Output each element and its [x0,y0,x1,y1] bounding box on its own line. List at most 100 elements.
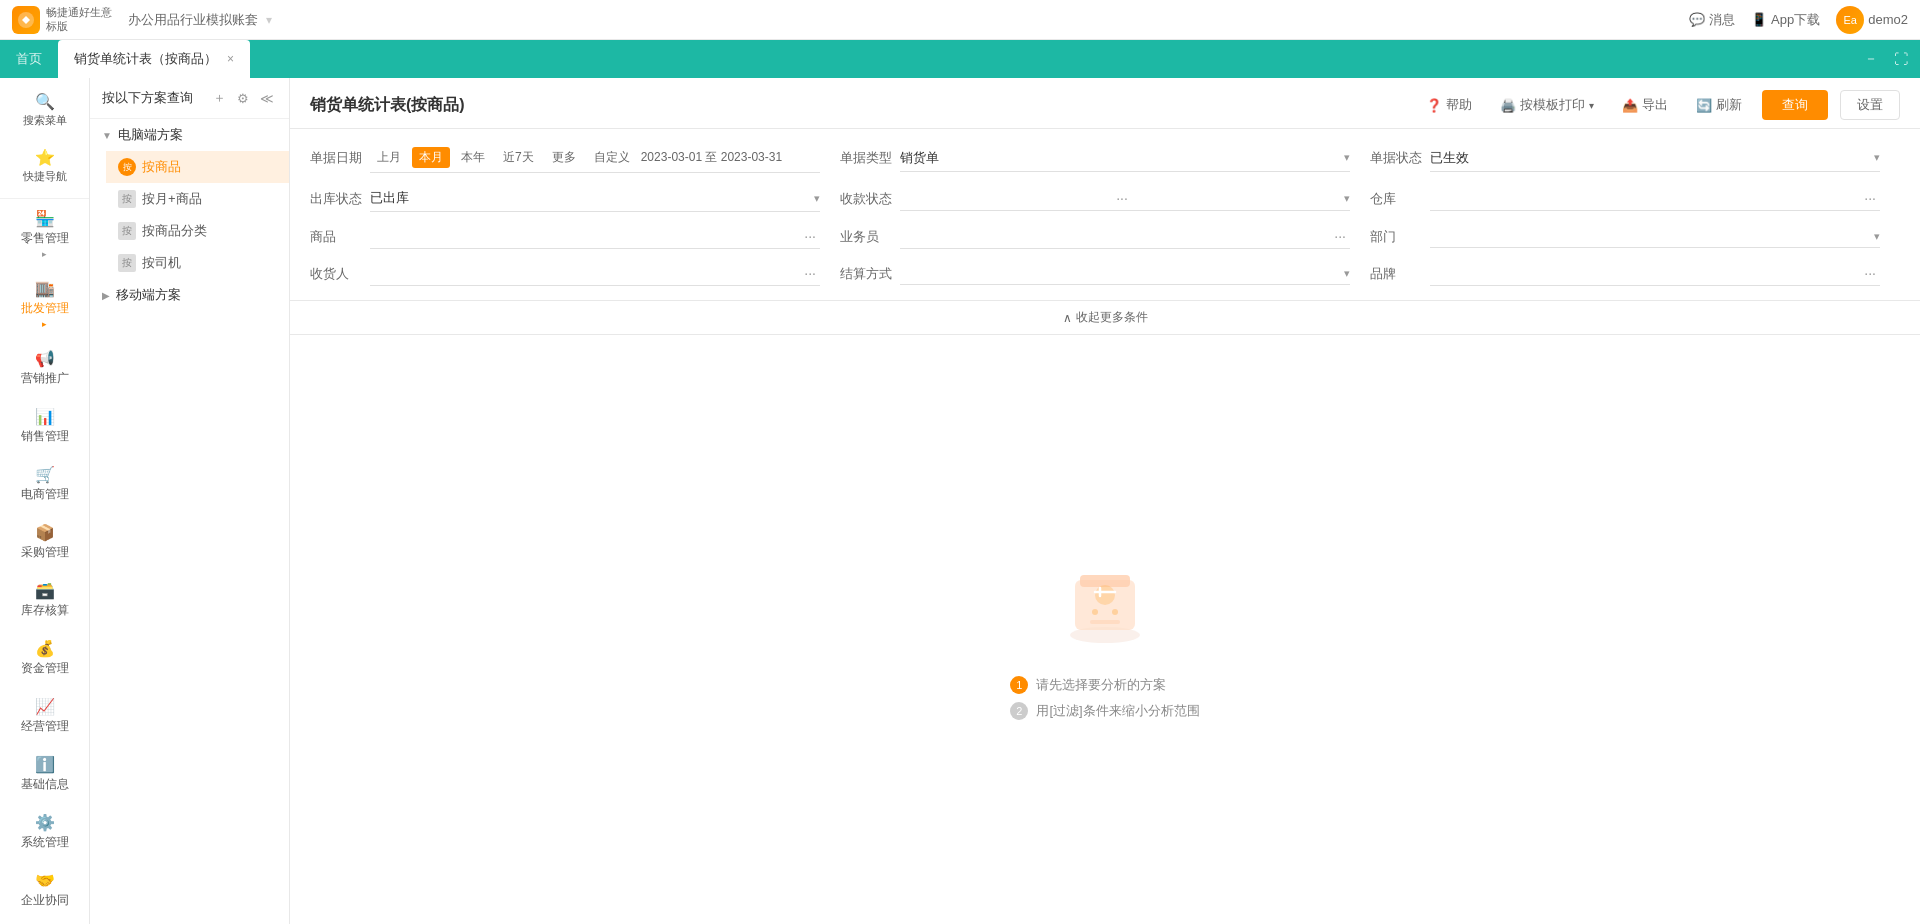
salesperson-dots[interactable]: ··· [1330,228,1350,244]
product-dots[interactable]: ··· [800,228,820,244]
app-download-action[interactable]: 📱 App下载 [1751,11,1820,29]
collapse-icon: ≪ [260,91,274,106]
retail-icon: 🏪 [35,209,55,228]
sidebar-item-purchase[interactable]: 📦 采购管理 [0,513,89,571]
sidebar-item-sales[interactable]: 📊 销售管理 [0,397,89,455]
tree-leaf-by-driver[interactable]: 按 按司机 [106,247,289,279]
svg-rect-9 [1090,620,1120,624]
leaf-icon-by-product: 按 [118,158,136,176]
docstatus-control[interactable]: 已生效 ▾ [1430,145,1880,172]
settlement-label: 结算方式 [840,265,892,283]
purchase-icon: 📦 [35,523,55,542]
leaf-icon-by-month-product: 按 [118,190,136,208]
add-scheme-btn[interactable]: ＋ [209,88,229,108]
department-control[interactable]: ▾ [1430,226,1880,248]
logo-text: 畅捷通好生意 标版 [46,6,112,32]
svg-point-8 [1112,609,1118,615]
sidebar-item-ecommerce[interactable]: 🛒 电商管理 [0,455,89,513]
date-btn-7days[interactable]: 近7天 [496,147,541,168]
sidebar-item-basic[interactable]: ℹ️ 基础信息 [0,745,89,803]
brand-label: 品牌 [1370,265,1422,283]
sidebar-item-guide[interactable]: 🎯 新手引导 [0,919,89,924]
query-btn[interactable]: 查询 [1762,90,1828,120]
system-icon: ⚙️ [35,813,55,832]
outstatus-dropdown-icon: ▾ [814,192,820,205]
warehouse-label: 仓库 [1370,190,1422,208]
receiver-dots[interactable]: ··· [800,265,820,281]
export-btn[interactable]: 📤 导出 [1614,92,1676,118]
empty-tips: 1 请先选择要分析的方案 2 用[过滤]条件来缩小分析范围 [1010,676,1199,720]
product-control[interactable]: ··· [370,224,820,249]
brand-control[interactable]: ··· [1430,261,1880,286]
tab-close-icon[interactable]: × [227,52,234,66]
help-btn[interactable]: ❓ 帮助 [1418,92,1480,118]
header-right: 💬 消息 📱 App下载 Ea demo2 [1689,6,1908,34]
quicknav-icon: ⭐ [35,148,55,167]
tree-leaf-by-product[interactable]: 按 按商品 [106,151,289,183]
sidebar-item-operations[interactable]: 📈 经营管理 [0,687,89,745]
breadcrumb: 办公用品行业模拟账套 [128,11,258,29]
date-label: 单据日期 [310,149,362,167]
settings-btn[interactable]: 设置 [1840,90,1900,120]
tree-node-desktop-label[interactable]: ▼ 电脑端方案 [90,119,289,151]
warehouse-dots[interactable]: ··· [1860,190,1880,206]
tip-num-2: 2 [1010,702,1028,720]
collapse-panel-btn[interactable]: ≪ [257,88,277,108]
date-btn-lastmonth[interactable]: 上月 [370,147,408,168]
tree-leaf-by-category[interactable]: 按 按商品分类 [106,215,289,247]
sidebar-item-wholesale[interactable]: 🏬 批发管理 ▸ [0,269,89,339]
filter-row-1: 单据日期 上月 本月 本年 近7天 更多 自定义 2023-03-01 至 20… [310,143,1900,173]
header-left: 畅捷通好生意 标版 办公用品行业模拟账套 ▾ [12,6,272,34]
tab-bar: 首页 销货单统计表（按商品） × － ⛶ [0,40,1920,78]
download-icon: 📱 [1751,12,1767,27]
settlement-control[interactable]: ▾ [900,263,1350,285]
payment-dots[interactable]: ··· [1112,190,1132,206]
tab-home[interactable]: 首页 [0,40,58,78]
sidebar-item-system[interactable]: ⚙️ 系统管理 [0,803,89,861]
payment-control[interactable]: ··· ▾ [900,186,1350,211]
filter-item-brand: 品牌 ··· [1370,261,1900,286]
sidebar-item-finance[interactable]: 💰 资金管理 [0,629,89,687]
user-action[interactable]: Ea demo2 [1836,6,1908,34]
date-btn-thisyear[interactable]: 本年 [454,147,492,168]
tree-leaf-by-month-product[interactable]: 按 按月+商品 [106,183,289,215]
sidebar-item-enterprise[interactable]: 🤝 企业协同 [0,861,89,919]
tab-active[interactable]: 销货单统计表（按商品） × [58,40,250,78]
message-action[interactable]: 💬 消息 [1689,11,1735,29]
empty-tip-2: 2 用[过滤]条件来缩小分析范围 [1010,702,1199,720]
warehouse-control[interactable]: ··· [1430,186,1880,211]
retail-arrow: ▸ [42,249,47,259]
outstatus-label: 出库状态 [310,190,362,208]
sidebar-search-section: 🔍 搜索菜单 ⭐ 快捷导航 [0,78,89,199]
finance-icon: 💰 [35,639,55,658]
expand-icon[interactable]: ⛶ [1890,47,1912,71]
minimize-icon[interactable]: － [1860,46,1882,72]
sidebar-item-inventory[interactable]: 🗃️ 库存核算 [0,571,89,629]
receiver-control[interactable]: ··· [370,261,820,286]
page-header: 销货单统计表(按商品) ❓ 帮助 🖨️ 按模板打印 ▾ 📤 导出 🔄 刷新 [290,78,1920,129]
sidebar-item-retail[interactable]: 🏪 零售管理 ▸ [0,199,89,269]
brand-dots[interactable]: ··· [1860,265,1880,281]
top-header: 畅捷通好生意 标版 办公用品行业模拟账套 ▾ 💬 消息 📱 App下载 Ea d… [0,0,1920,40]
collapse-bar[interactable]: ∧ 收起更多条件 [290,301,1920,335]
print-btn[interactable]: 🖨️ 按模板打印 ▾ [1492,92,1602,118]
tip-num-1: 1 [1010,676,1028,694]
sidebar-item-quicknav[interactable]: ⭐ 快捷导航 [0,138,89,194]
outstatus-control[interactable]: 已出库 ▾ [370,185,820,212]
outstatus-value: 已出库 [370,189,409,207]
salesperson-control[interactable]: ··· [900,224,1350,249]
empty-state: 1 请先选择要分析的方案 2 用[过滤]条件来缩小分析范围 [290,335,1920,924]
filter-row-4: 收货人 ··· 结算方式 ▾ 品牌 [310,261,1900,286]
settings-scheme-btn[interactable]: ⚙ [233,88,253,108]
doctype-control[interactable]: 销货单 ▾ [900,145,1350,172]
tree-children-desktop: 按 按商品 按 按月+商品 按 按商品分类 按 按司机 [90,151,289,279]
refresh-btn[interactable]: 🔄 刷新 [1688,92,1750,118]
date-btn-thismonth[interactable]: 本月 [412,147,450,168]
date-btn-custom[interactable]: 自定义 [587,147,637,168]
sidebar-item-marketing[interactable]: 📢 营销推广 [0,339,89,397]
tree-node-mobile-label[interactable]: ▶ 移动端方案 [90,279,289,311]
date-btn-more[interactable]: 更多 [545,147,583,168]
sidebar-item-search[interactable]: 🔍 搜索菜单 [0,82,89,138]
filter-item-receiver: 收货人 ··· [310,261,840,286]
main-content: 销货单统计表(按商品) ❓ 帮助 🖨️ 按模板打印 ▾ 📤 导出 🔄 刷新 [290,78,1920,924]
